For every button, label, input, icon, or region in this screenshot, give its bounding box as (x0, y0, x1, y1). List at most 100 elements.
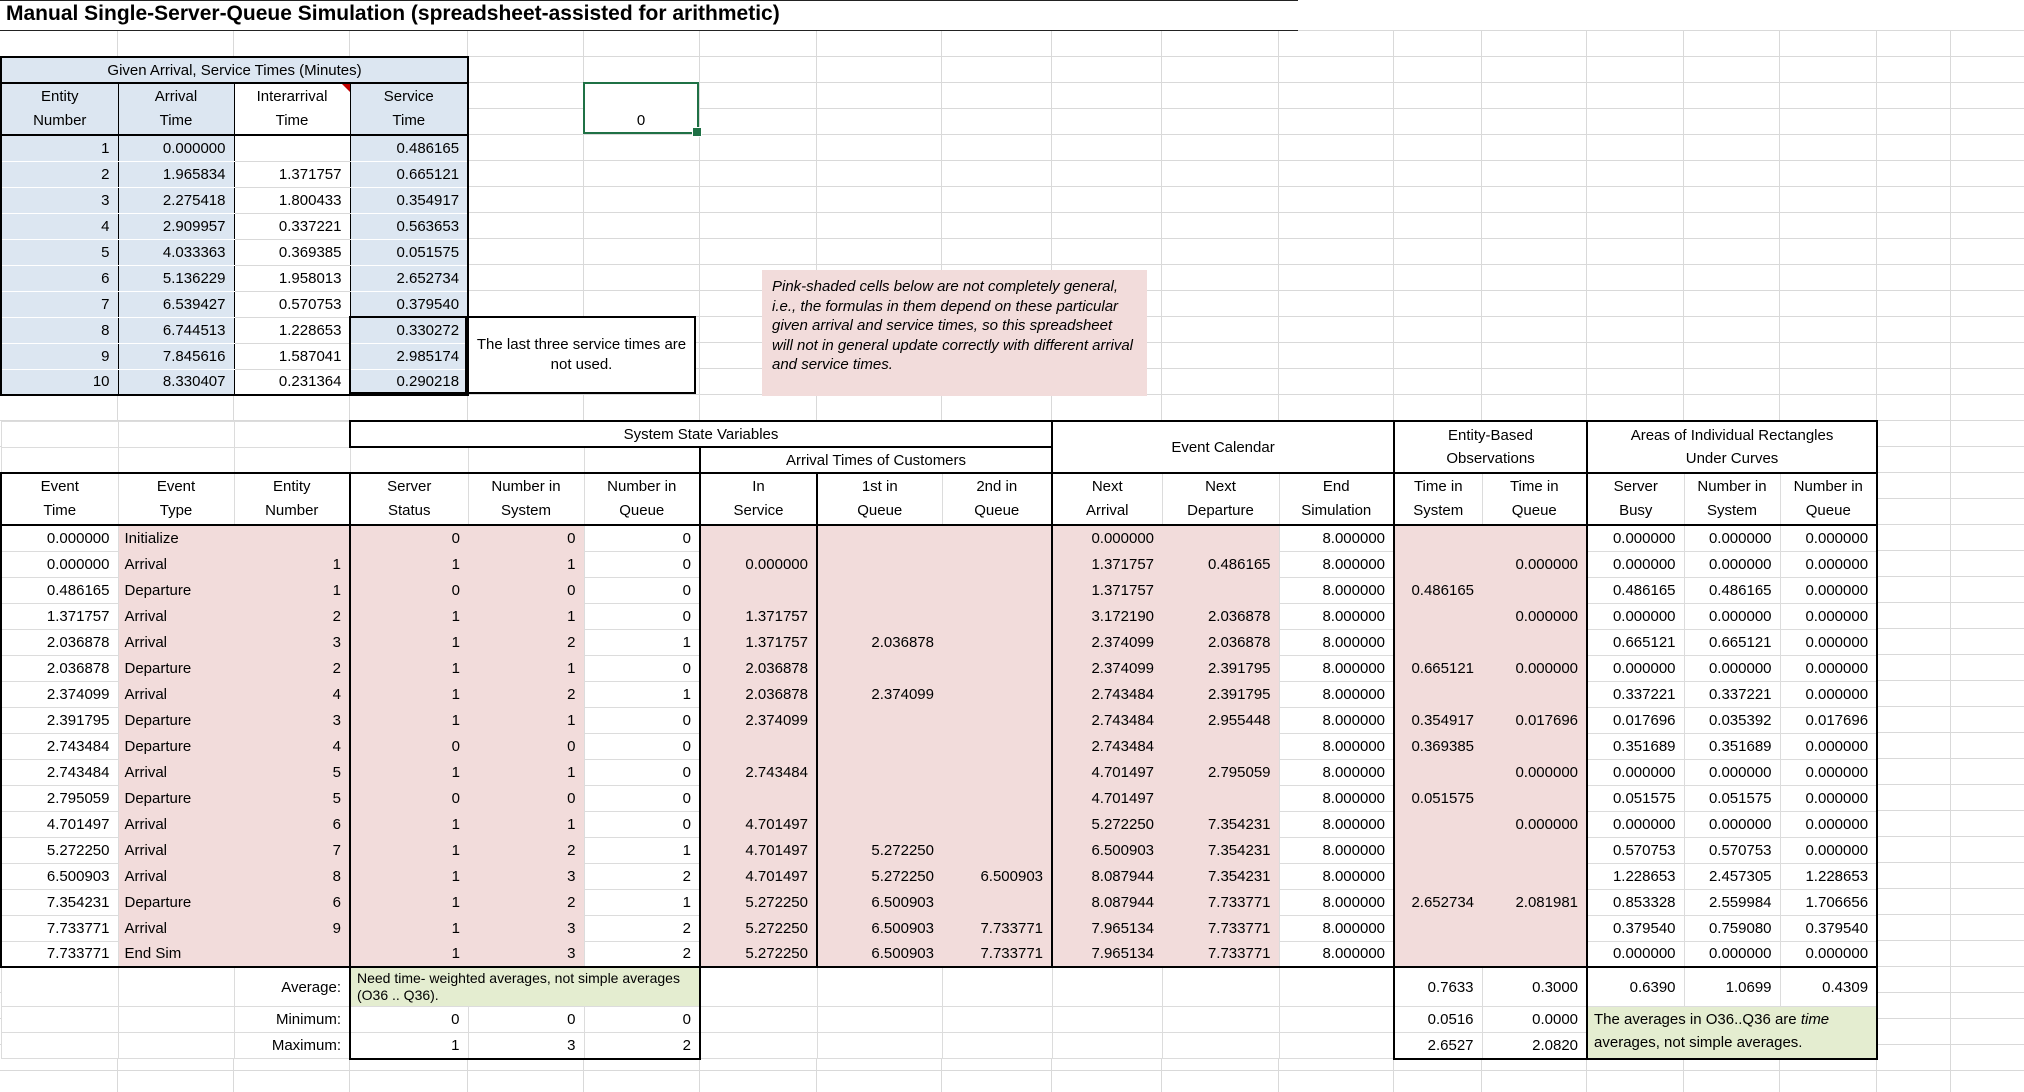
cell[interactable]: 1.371757 (1052, 551, 1162, 577)
cell[interactable]: 1 (350, 837, 468, 863)
cell[interactable]: 0.000000 (1482, 551, 1587, 577)
cell[interactable] (817, 733, 942, 759)
max-time-in-queue[interactable]: 2.0820 (1482, 1033, 1587, 1059)
cell[interactable] (1394, 941, 1482, 967)
max-time-in-system[interactable]: 2.6527 (1394, 1033, 1482, 1059)
cell[interactable]: 0.563653 (350, 213, 468, 239)
cell[interactable]: 2.081981 (1482, 889, 1587, 915)
cell[interactable] (942, 759, 1052, 785)
cell[interactable]: 7 (1, 291, 118, 317)
cell[interactable] (1162, 733, 1279, 759)
cell[interactable]: 1 (350, 863, 468, 889)
cell[interactable]: 7.354231 (1162, 811, 1279, 837)
cell[interactable]: Arrival (118, 629, 234, 655)
cell[interactable]: 5.136229 (118, 265, 234, 291)
cell[interactable]: 0.017696 (1587, 707, 1684, 733)
cell[interactable]: 1 (468, 603, 584, 629)
cell[interactable]: 2.743484 (1052, 733, 1162, 759)
cell[interactable]: 4 (1, 213, 118, 239)
cell[interactable]: Departure (118, 577, 234, 603)
cell[interactable]: 0.000000 (1780, 941, 1877, 967)
cell[interactable] (942, 707, 1052, 733)
avg-number-in-queue[interactable]: 0.4309 (1780, 967, 1877, 1007)
comment-indicator-icon[interactable] (342, 84, 350, 92)
min-time-in-queue[interactable]: 0.0000 (1482, 1007, 1587, 1033)
cell[interactable]: 2.374099 (700, 707, 817, 733)
cell[interactable]: 2.036878 (1162, 603, 1279, 629)
cell[interactable] (1394, 811, 1482, 837)
cell[interactable] (817, 759, 942, 785)
cell[interactable] (1394, 681, 1482, 707)
cell[interactable]: 7.733771 (1, 941, 118, 967)
cell[interactable] (942, 785, 1052, 811)
cell[interactable]: 5.272250 (700, 889, 817, 915)
cell[interactable]: 0.017696 (1780, 707, 1877, 733)
cell[interactable]: 7.733771 (1162, 915, 1279, 941)
cell[interactable]: Departure (118, 655, 234, 681)
cell[interactable] (700, 733, 817, 759)
cell[interactable]: 8.000000 (1279, 577, 1394, 603)
cell[interactable]: 1 (468, 811, 584, 837)
cell[interactable]: 8.000000 (1279, 551, 1394, 577)
cell[interactable] (1482, 785, 1587, 811)
cell[interactable]: 1.800433 (234, 187, 350, 213)
cell[interactable] (1482, 837, 1587, 863)
cell[interactable]: 0 (584, 525, 700, 551)
cell[interactable]: 1.371757 (700, 629, 817, 655)
cell[interactable]: 7.733771 (1, 915, 118, 941)
cell[interactable]: 0.000000 (1587, 759, 1684, 785)
cell[interactable]: 6.500903 (817, 889, 942, 915)
cell[interactable]: Departure (118, 733, 234, 759)
cell[interactable]: Departure (118, 785, 234, 811)
cell[interactable]: 0.000000 (1684, 655, 1780, 681)
cell[interactable]: 0.486165 (350, 135, 468, 161)
cell[interactable]: 3 (1, 187, 118, 213)
cell[interactable]: 0 (350, 785, 468, 811)
cell[interactable]: 2.374099 (1052, 629, 1162, 655)
cell[interactable] (1482, 733, 1587, 759)
cell[interactable]: Arrival (118, 551, 234, 577)
cell[interactable]: 4.701497 (1, 811, 118, 837)
cell[interactable]: 0.000000 (1, 525, 118, 551)
cell[interactable]: Departure (118, 707, 234, 733)
cell[interactable]: 1 (468, 759, 584, 785)
cell[interactable]: 8.000000 (1279, 733, 1394, 759)
cell[interactable]: 4.033363 (118, 239, 234, 265)
cell[interactable] (234, 525, 350, 551)
cell[interactable]: 0.000000 (1780, 759, 1877, 785)
cell[interactable]: 5 (1, 239, 118, 265)
cell[interactable]: 0.000000 (1684, 811, 1780, 837)
cell[interactable]: 0.000000 (1684, 525, 1780, 551)
cell[interactable]: 8.087944 (1052, 863, 1162, 889)
max-number-in-queue[interactable]: 2 (584, 1033, 700, 1059)
cell[interactable]: 0 (468, 785, 584, 811)
cell[interactable] (1394, 525, 1482, 551)
cell[interactable]: 8.000000 (1279, 655, 1394, 681)
cell[interactable] (234, 135, 350, 161)
cell[interactable]: 0.486165 (1587, 577, 1684, 603)
cell[interactable] (817, 707, 942, 733)
cell[interactable]: 1.228653 (1587, 863, 1684, 889)
cell[interactable]: 8.087944 (1052, 889, 1162, 915)
cell[interactable]: End Sim (118, 941, 234, 967)
cell[interactable] (700, 577, 817, 603)
cell[interactable]: 5 (234, 785, 350, 811)
cell[interactable]: 0.337221 (1587, 681, 1684, 707)
cell[interactable]: 3 (468, 941, 584, 967)
cell[interactable]: 0.570753 (234, 291, 350, 317)
cell[interactable]: 0 (468, 577, 584, 603)
cell[interactable]: 7.845616 (118, 343, 234, 369)
cell[interactable] (942, 733, 1052, 759)
cell[interactable] (1482, 863, 1587, 889)
cell[interactable]: 0.351689 (1587, 733, 1684, 759)
cell[interactable]: 2.457305 (1684, 863, 1780, 889)
cell[interactable]: 0 (350, 733, 468, 759)
cell[interactable]: 0.000000 (1780, 785, 1877, 811)
cell[interactable]: 0.665121 (350, 161, 468, 187)
cell[interactable]: 0.000000 (1587, 603, 1684, 629)
min-number-in-system[interactable]: 0 (468, 1007, 584, 1033)
cell[interactable]: 0.051575 (350, 239, 468, 265)
cell[interactable]: 2.743484 (700, 759, 817, 785)
cell[interactable]: 1 (350, 889, 468, 915)
cell[interactable] (1394, 603, 1482, 629)
